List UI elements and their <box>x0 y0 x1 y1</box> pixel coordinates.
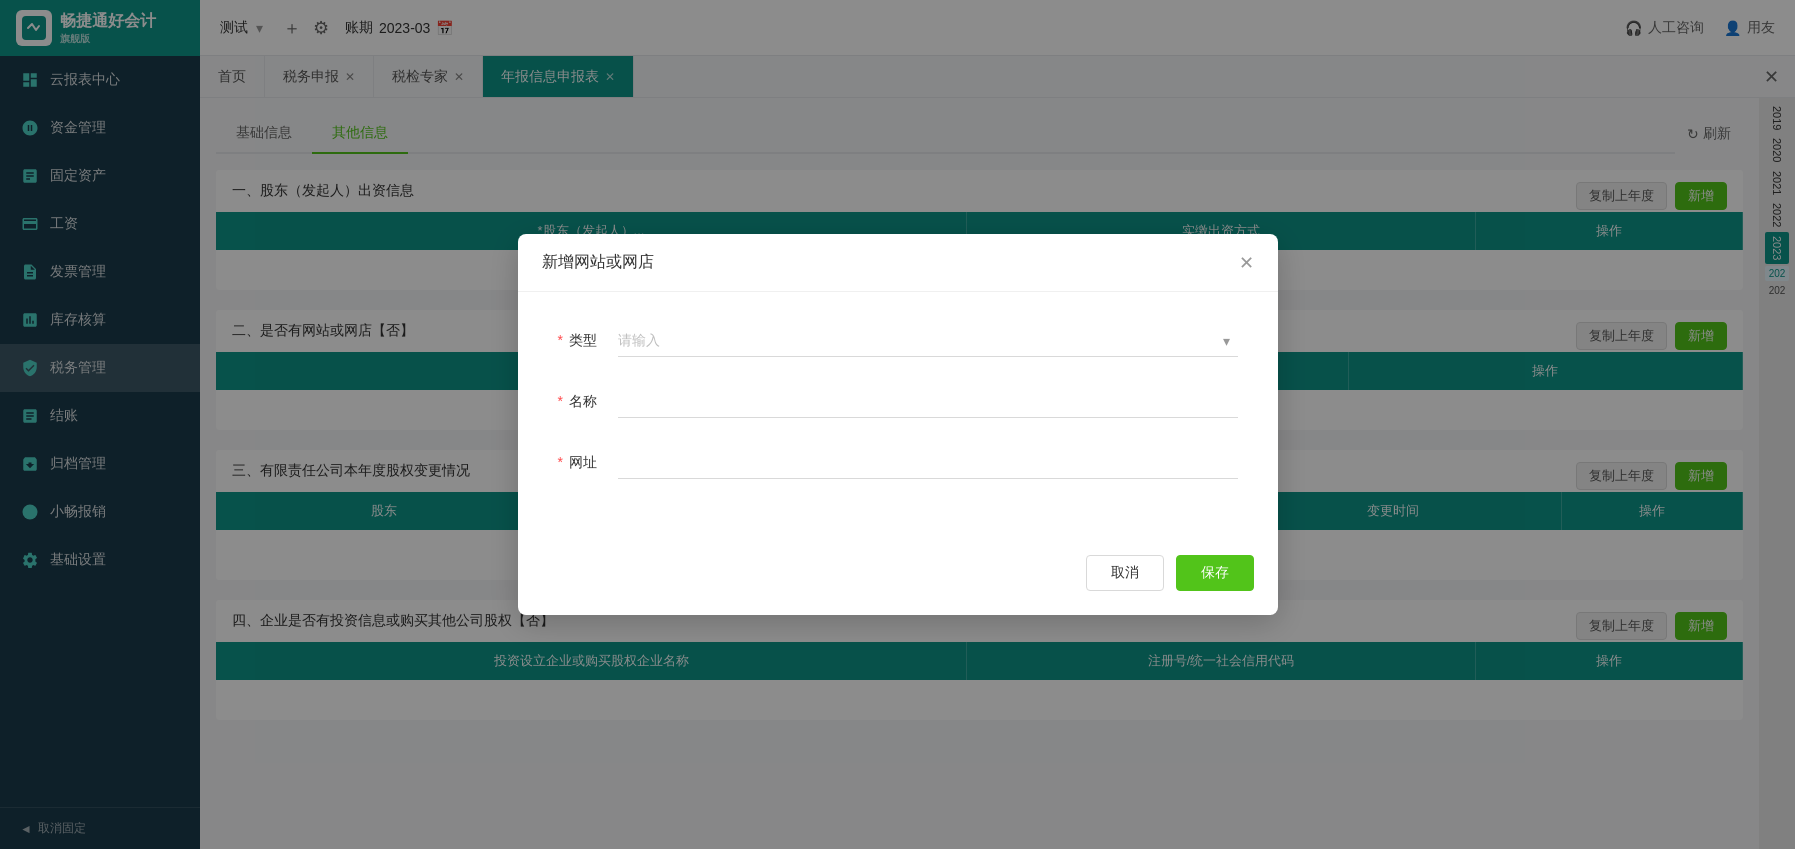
add-website-dialog: 新增网站或网店 ✕ * 类型 ▾ * 名称 <box>518 234 1278 615</box>
form-input-url-wrap <box>618 446 1238 479</box>
form-field-name: * 名称 <box>558 385 1238 418</box>
name-input[interactable] <box>618 385 1238 418</box>
form-label-url: * 网址 <box>558 454 618 472</box>
modal-overlay[interactable]: 新增网站或网店 ✕ * 类型 ▾ * 名称 <box>0 0 1795 849</box>
cancel-button[interactable]: 取消 <box>1086 555 1164 591</box>
form-label-type: * 类型 <box>558 332 618 350</box>
form-label-name: * 名称 <box>558 393 618 411</box>
dialog-header: 新增网站或网店 ✕ <box>518 234 1278 292</box>
dialog-title: 新增网站或网店 <box>542 252 654 273</box>
save-button[interactable]: 保存 <box>1176 555 1254 591</box>
dialog-footer: 取消 保存 <box>518 539 1278 615</box>
url-input[interactable] <box>618 446 1238 479</box>
form-field-url: * 网址 <box>558 446 1238 479</box>
dialog-close-button[interactable]: ✕ <box>1239 254 1254 272</box>
dialog-body: * 类型 ▾ * 名称 * <box>518 292 1278 539</box>
form-field-type: * 类型 ▾ <box>558 324 1238 357</box>
form-input-name-wrap <box>618 385 1238 418</box>
form-input-type-wrap: ▾ <box>618 324 1238 357</box>
type-input[interactable] <box>618 324 1238 357</box>
